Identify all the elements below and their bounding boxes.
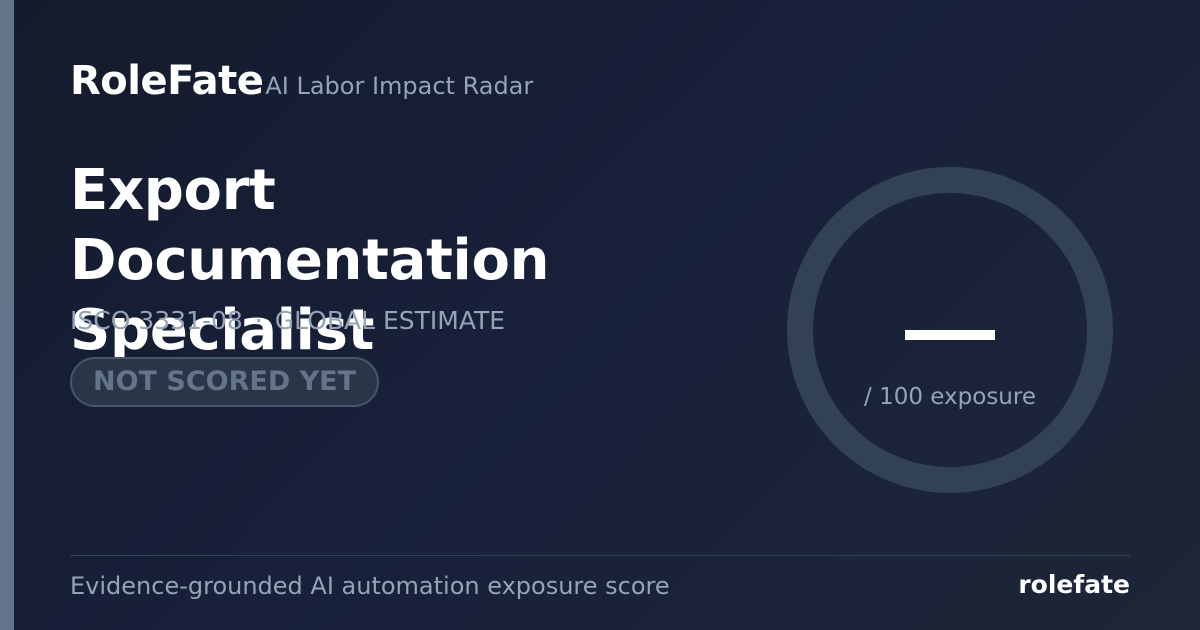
- scope-label: GLOBAL ESTIMATE: [274, 306, 506, 335]
- isco-code: ISCO 3331-08: [70, 306, 243, 335]
- brand-tagline: AI Labor Impact Radar: [265, 72, 534, 100]
- gauge-value-placeholder: [905, 330, 995, 340]
- status-badge: NOT SCORED YET: [70, 357, 380, 407]
- gauge-caption: / 100 exposure: [864, 384, 1036, 410]
- footer-divider: [70, 555, 1130, 556]
- brand-header: RoleFate AI Labor Impact Radar: [70, 58, 533, 104]
- brand-name: RoleFate: [70, 58, 264, 104]
- accent-bar: [0, 0, 14, 630]
- meta-separator: ·: [254, 306, 263, 335]
- footer-brand: rolefate: [1018, 570, 1130, 599]
- job-meta: ISCO 3331-08 · GLOBAL ESTIMATE: [70, 306, 505, 335]
- footer-description: Evidence-grounded AI automation exposure…: [70, 572, 670, 600]
